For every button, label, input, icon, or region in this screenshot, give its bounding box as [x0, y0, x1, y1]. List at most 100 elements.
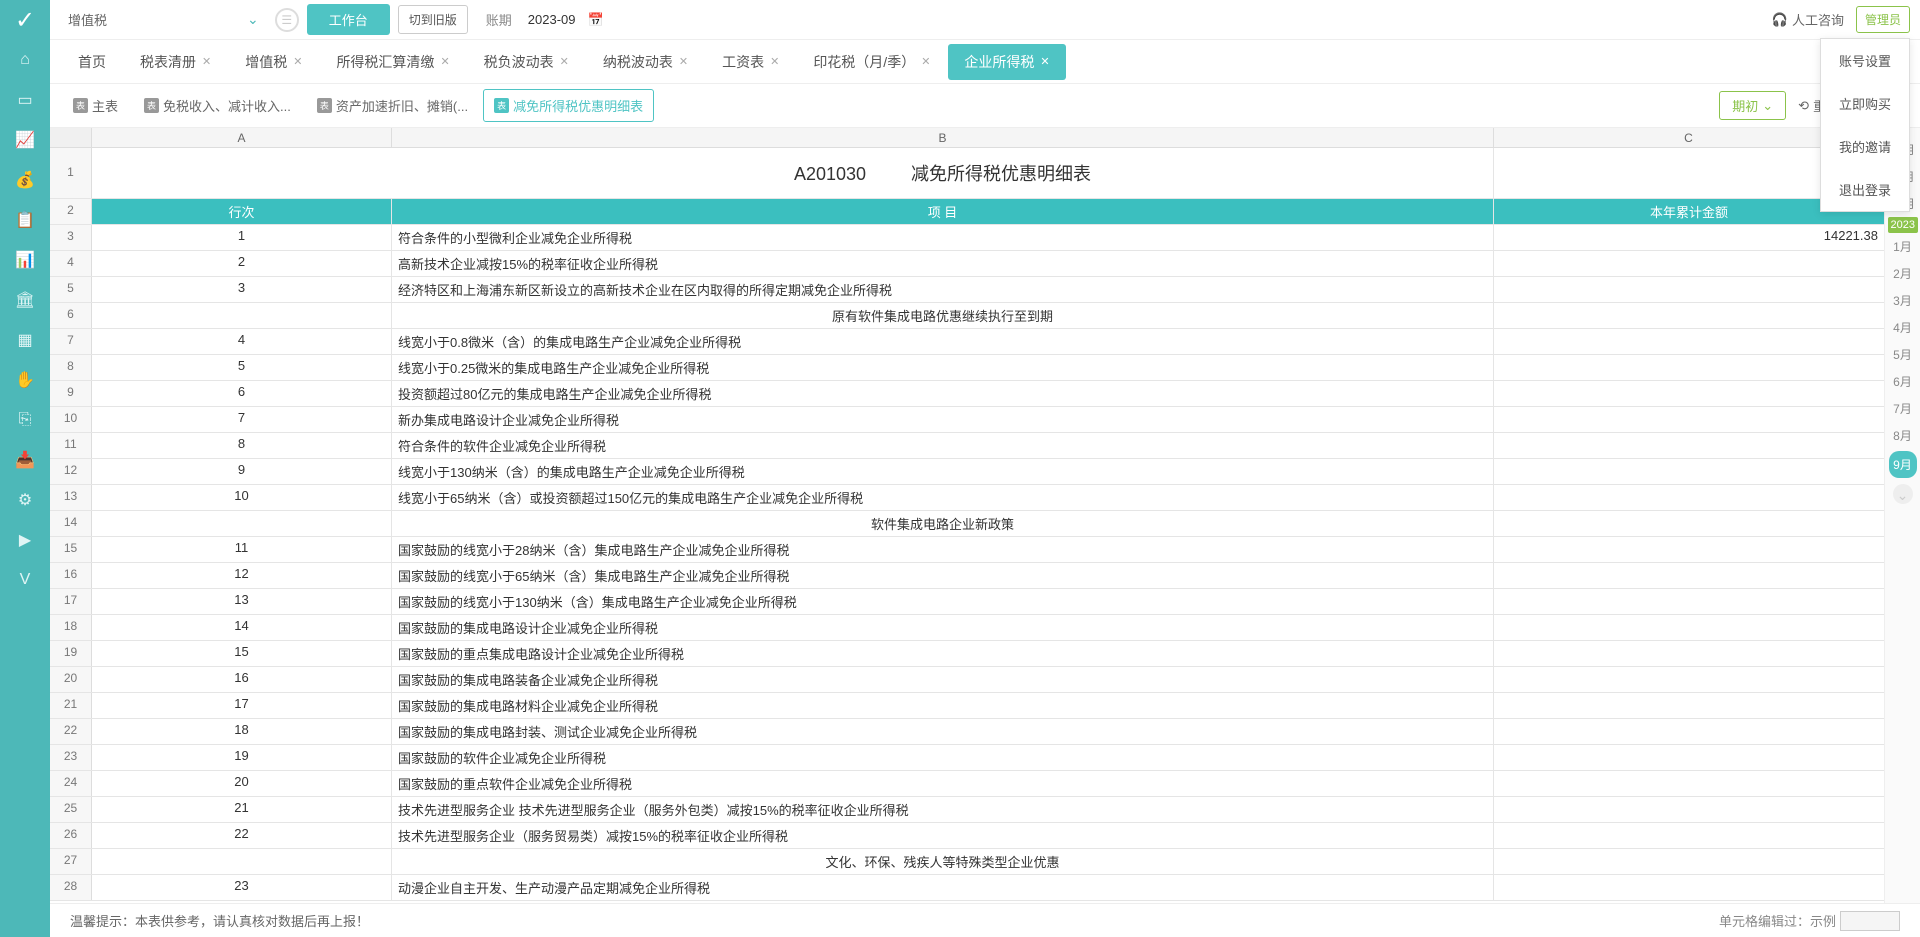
cell[interactable]: 6 — [92, 381, 392, 406]
cell[interactable]: 新办集成电路设计企业减免企业所得税 — [392, 407, 1494, 432]
cell[interactable] — [1494, 303, 1884, 328]
switch-old-button[interactable]: 切到旧版 — [398, 5, 468, 34]
cell[interactable]: 7 — [92, 407, 392, 432]
cell[interactable] — [1494, 875, 1884, 900]
timeline-month[interactable]: 1月 — [1885, 233, 1920, 260]
timeline-year[interactable]: 2023 — [1888, 217, 1918, 233]
row-number[interactable]: 20 — [50, 667, 92, 692]
cell[interactable]: 国家鼓励的重点软件企业减免企业所得税 — [392, 771, 1494, 796]
cell[interactable]: 10 — [92, 485, 392, 510]
subtab[interactable]: 表减免所得税优惠明细表 — [483, 89, 654, 122]
cell[interactable]: 国家鼓励的线宽小于65纳米（含）集成电路生产企业减免企业所得税 — [392, 563, 1494, 588]
cell[interactable]: 线宽小于0.8微米（含）的集成电路生产企业减免企业所得税 — [392, 329, 1494, 354]
cell[interactable]: 国家鼓励的线宽小于130纳米（含）集成电路生产企业减免企业所得税 — [392, 589, 1494, 614]
cell[interactable]: 12 — [92, 563, 392, 588]
timeline-month[interactable]: 7月 — [1885, 395, 1920, 422]
close-icon[interactable]: ✕ — [440, 55, 449, 68]
cell[interactable]: 符合条件的软件企业减免企业所得税 — [392, 433, 1494, 458]
close-icon[interactable]: ✕ — [1040, 55, 1049, 68]
cell[interactable]: 19 — [92, 745, 392, 770]
tax-type-select[interactable]: 增值税 ⌄ — [60, 10, 267, 29]
cell[interactable] — [92, 303, 392, 328]
header-cell[interactable]: 行次 — [92, 199, 392, 224]
building-icon[interactable]: 🏛 — [0, 280, 50, 320]
row-number[interactable]: 12 — [50, 459, 92, 484]
cell[interactable]: 1 — [92, 225, 392, 250]
cell[interactable]: 3 — [92, 277, 392, 302]
timeline-month[interactable]: 5月 — [1885, 341, 1920, 368]
grid-icon[interactable]: ▦ — [0, 320, 50, 360]
corner-cell[interactable] — [50, 128, 92, 147]
cell[interactable]: 符合条件的小型微利企业减免企业所得税 — [392, 225, 1494, 250]
row-number[interactable]: 23 — [50, 745, 92, 770]
export-icon[interactable]: ⎘ — [0, 400, 50, 440]
row-number[interactable]: 16 — [50, 563, 92, 588]
tab[interactable]: 税表清册✕ — [124, 44, 227, 80]
doc-icon[interactable]: ▭ — [0, 80, 50, 120]
cell[interactable]: 14 — [92, 615, 392, 640]
tab[interactable]: 印花税（月/季）✕ — [797, 44, 946, 80]
cell[interactable]: 18 — [92, 719, 392, 744]
cell[interactable]: 经济特区和上海浦东新区新设立的高新技术企业在区内取得的所得定期减免企业所得税 — [392, 277, 1494, 302]
cell[interactable]: 线宽小于130纳米（含）的集成电路生产企业减免企业所得税 — [392, 459, 1494, 484]
cell[interactable]: 线宽小于65纳米（含）或投资额超过150亿元的集成电路生产企业减免企业所得税 — [392, 485, 1494, 510]
row-number[interactable]: 18 — [50, 615, 92, 640]
cell[interactable]: 动漫企业自主开发、生产动漫产品定期减免企业所得税 — [392, 875, 1494, 900]
row-number[interactable]: 6 — [50, 303, 92, 328]
tab[interactable]: 首页 — [62, 44, 122, 80]
cell[interactable] — [1494, 641, 1884, 666]
cell[interactable]: 国家鼓励的重点集成电路设计企业减免企业所得税 — [392, 641, 1494, 666]
cell[interactable]: 国家鼓励的集成电路材料企业减免企业所得税 — [392, 693, 1494, 718]
workbench-button[interactable]: 工作台 — [307, 4, 390, 35]
row-number[interactable]: 27 — [50, 849, 92, 874]
timeline-month[interactable]: 6月 — [1885, 368, 1920, 395]
cell[interactable]: 21 — [92, 797, 392, 822]
bag-icon[interactable]: 💰 — [0, 160, 50, 200]
cell[interactable]: 2 — [92, 251, 392, 276]
cell[interactable] — [1494, 745, 1884, 770]
row-number[interactable]: 26 — [50, 823, 92, 848]
cell[interactable]: 13 — [92, 589, 392, 614]
cell[interactable] — [1494, 381, 1884, 406]
timeline-month[interactable]: 4月 — [1885, 314, 1920, 341]
cell[interactable]: 技术先进型服务企业 技术先进型服务企业（服务外包类）减按15%的税率征收企业所得… — [392, 797, 1494, 822]
consult-link[interactable]: 🎧 人工咨询 — [1772, 10, 1844, 29]
cell[interactable] — [1494, 667, 1884, 692]
row-number[interactable]: 24 — [50, 771, 92, 796]
cell[interactable]: 17 — [92, 693, 392, 718]
cell[interactable] — [92, 511, 392, 536]
cell[interactable] — [1494, 615, 1884, 640]
subtab[interactable]: 表资产加速折旧、摊销(... — [306, 89, 479, 122]
tab[interactable]: 税负波动表✕ — [468, 44, 585, 80]
cell[interactable] — [1494, 251, 1884, 276]
hand-icon[interactable]: ✋ — [0, 360, 50, 400]
dropdown-item[interactable]: 立即购买 — [1821, 82, 1909, 125]
tab[interactable]: 纳税波动表✕ — [587, 44, 704, 80]
row-number[interactable]: 5 — [50, 277, 92, 302]
cell[interactable]: 高新技术企业减按15%的税率征收企业所得税 — [392, 251, 1494, 276]
timeline-month[interactable]: 3月 — [1885, 287, 1920, 314]
row-number[interactable]: 14 — [50, 511, 92, 536]
dropdown-item[interactable]: 我的邀请 — [1821, 125, 1909, 168]
sheet-body[interactable]: 1 A201030 减免所得税优惠明细表 2 行次 项 目 本年累计金额 — [50, 148, 1884, 903]
row-number[interactable]: 15 — [50, 537, 92, 562]
cell[interactable]: 20 — [92, 771, 392, 796]
cell[interactable] — [1494, 459, 1884, 484]
timeline-month[interactable]: 8月 — [1885, 422, 1920, 449]
cell[interactable]: 5 — [92, 355, 392, 380]
cell[interactable]: 15 — [92, 641, 392, 666]
close-icon[interactable]: ✕ — [679, 55, 688, 68]
cell[interactable]: 文化、环保、残疾人等特殊类型企业优惠 — [392, 849, 1494, 874]
cell[interactable]: 软件集成电路企业新政策 — [392, 511, 1494, 536]
close-icon[interactable]: ✕ — [560, 55, 569, 68]
cell[interactable] — [1494, 537, 1884, 562]
subtab[interactable]: 表主表 — [62, 89, 129, 122]
gear-icon[interactable]: ⚙ — [0, 480, 50, 520]
cell[interactable] — [1494, 407, 1884, 432]
tab[interactable]: 企业所得税✕ — [948, 44, 1065, 80]
tab[interactable]: 所得税汇算清缴✕ — [320, 44, 465, 80]
cell[interactable] — [1494, 355, 1884, 380]
row-number[interactable]: 3 — [50, 225, 92, 250]
row-number[interactable]: 13 — [50, 485, 92, 510]
row-number[interactable]: 17 — [50, 589, 92, 614]
